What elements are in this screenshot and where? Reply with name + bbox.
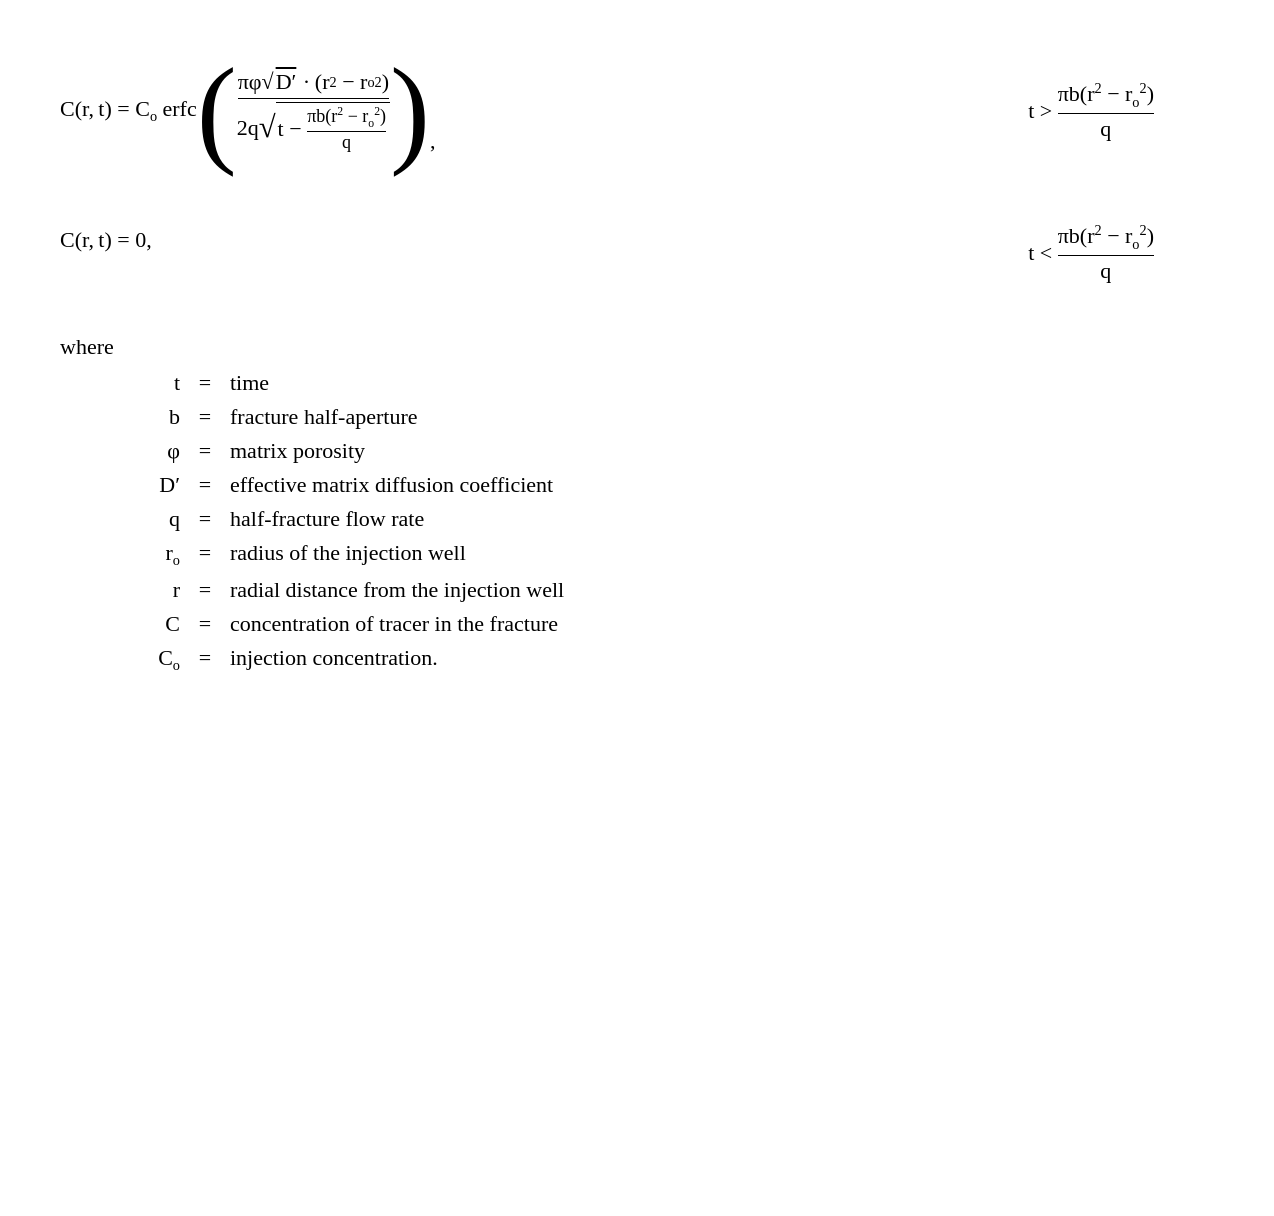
var-equals-t: = bbox=[180, 370, 230, 396]
formula1-right-condition: t > πb(r2 − ro2) q bbox=[1028, 80, 1154, 142]
formula2-lhs-text: C(r, t) = 0, bbox=[60, 227, 152, 252]
big-paren-right: ) bbox=[390, 60, 430, 162]
var-equals-ro: = bbox=[180, 540, 230, 566]
var-equals-phi: = bbox=[180, 438, 230, 464]
var-desc-b: fracture half-aperture bbox=[230, 404, 1214, 430]
big-paren-left: ( bbox=[197, 60, 237, 162]
var-symbol-C: C bbox=[120, 611, 180, 637]
var-desc-r: radial distance from the injection well bbox=[230, 577, 1214, 603]
var-desc-ro: radius of the injection well bbox=[230, 540, 1214, 566]
formula-block-2: C(r, t) = 0, t < πb(r2 − ro2) q bbox=[60, 222, 1214, 284]
inner-fraction: πb(r2 − ro2) q bbox=[307, 105, 386, 153]
var-equals-b: = bbox=[180, 404, 230, 430]
var-desc-q: half-fracture flow rate bbox=[230, 506, 1214, 532]
var-row-ro: ro = radius of the injection well bbox=[120, 540, 1214, 569]
condition2-label: t < bbox=[1028, 240, 1058, 266]
var-symbol-phi: φ bbox=[120, 438, 180, 464]
var-symbol-b: b bbox=[120, 404, 180, 430]
var-row-r: r = radial distance from the injection w… bbox=[120, 577, 1214, 603]
var-equals-q: = bbox=[180, 506, 230, 532]
var-symbol-ro: ro bbox=[120, 540, 180, 569]
condition1-denominator: q bbox=[1100, 116, 1111, 142]
erfc-numerator: πφ√D′ · (r2 − ro2) bbox=[238, 69, 389, 99]
var-equals-r: = bbox=[180, 577, 230, 603]
var-row-Co: Co = injection concentration. bbox=[120, 645, 1214, 674]
formula1-left: C(r, t) = Co erfc ( πφ√D′ · (r2 − ro2) 2… bbox=[60, 60, 436, 162]
var-equals-D: = bbox=[180, 472, 230, 498]
var-row-t: t = time bbox=[120, 370, 1214, 396]
var-equals-Co: = bbox=[180, 645, 230, 671]
var-row-b: b = fracture half-aperture bbox=[120, 404, 1214, 430]
var-desc-D: effective matrix diffusion coefficient bbox=[230, 472, 1214, 498]
condition2-numerator: πb(r2 − ro2) bbox=[1058, 222, 1154, 256]
where-label: where bbox=[60, 334, 1214, 360]
where-section: where t = time b = fracture half-apertur… bbox=[60, 334, 1214, 675]
formula1-lhs-text: C(r, t) = Co erfc bbox=[60, 96, 197, 125]
var-symbol-t: t bbox=[120, 370, 180, 396]
var-symbol-r: r bbox=[120, 577, 180, 603]
condition1-fraction: πb(r2 − ro2) q bbox=[1058, 80, 1154, 142]
condition2-fraction: πb(r2 − ro2) q bbox=[1058, 222, 1154, 284]
var-symbol-q: q bbox=[120, 506, 180, 532]
erfc-fraction: πφ√D′ · (r2 − ro2) 2q √ t − πb(r2 − ro2)… bbox=[237, 69, 390, 153]
var-row-D: D′ = effective matrix diffusion coeffici… bbox=[120, 472, 1214, 498]
var-equals-C: = bbox=[180, 611, 230, 637]
page-content: C(r, t) = Co erfc ( πφ√D′ · (r2 − ro2) 2… bbox=[60, 40, 1214, 675]
var-row-phi: φ = matrix porosity bbox=[120, 438, 1214, 464]
var-row-C: C = concentration of tracer in the fract… bbox=[120, 611, 1214, 637]
condition1-label: t > bbox=[1028, 98, 1058, 124]
formula2-right-condition: t < πb(r2 − ro2) q bbox=[1028, 222, 1154, 284]
var-desc-phi: matrix porosity bbox=[230, 438, 1214, 464]
var-symbol-D: D′ bbox=[120, 472, 180, 498]
var-desc-C: concentration of tracer in the fracture bbox=[230, 611, 1214, 637]
var-row-q: q = half-fracture flow rate bbox=[120, 506, 1214, 532]
condition2-denominator: q bbox=[1100, 258, 1111, 284]
formula-block-1: C(r, t) = Co erfc ( πφ√D′ · (r2 − ro2) 2… bbox=[60, 40, 1214, 182]
formula2-left: C(r, t) = 0, bbox=[60, 222, 152, 253]
erfc-denominator: 2q √ t − πb(r2 − ro2) q bbox=[237, 102, 390, 153]
condition1-numerator: πb(r2 − ro2) bbox=[1058, 80, 1154, 114]
var-desc-Co: injection concentration. bbox=[230, 645, 1214, 671]
var-symbol-Co: Co bbox=[120, 645, 180, 674]
variables-table: t = time b = fracture half-aperture φ = … bbox=[120, 370, 1214, 675]
var-desc-t: time bbox=[230, 370, 1214, 396]
